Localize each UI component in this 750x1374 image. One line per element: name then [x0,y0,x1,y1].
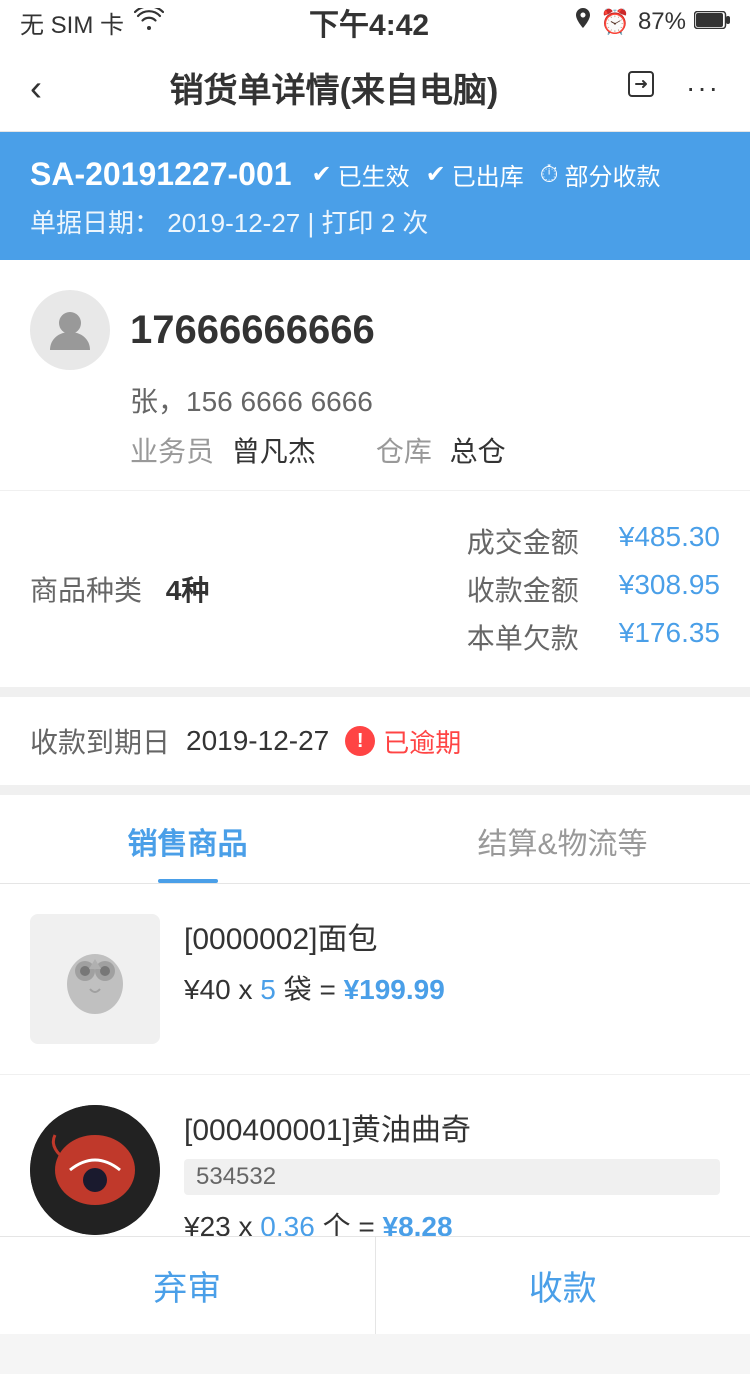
product-image-2 [30,1105,160,1235]
received-row: 收款金额 ¥308.95 [467,569,720,609]
overdue-badge: ! 已逾期 [345,723,461,760]
product-qty-1: 5 [260,974,276,1005]
clock-icon: ⏱ [540,161,559,189]
category-label: 商品种类 [30,575,142,606]
product-name-1: [0000002]面包 [184,914,720,958]
salesman-label: 业务员 [130,436,214,467]
product-image-1 [30,914,160,1044]
due-date: 2019-12-27 [186,725,329,757]
bottom-bar: 弃审 收款 [0,1236,750,1334]
debt-row: 本单欠款 ¥176.35 [467,617,720,657]
carrier-text: 无 SIM 卡 [20,5,124,40]
debt-label: 本单欠款 [467,617,579,657]
product-price-1: ¥40 x 5 袋 = ¥199.99 [184,968,720,1008]
overdue-text: 已逾期 [383,723,461,760]
cancel-button[interactable]: 弃审 [0,1237,376,1334]
badge-partial: ⏱ 部分收款 [540,157,661,192]
tabs-section: 销售商品 结算&物流等 [0,795,750,884]
back-button[interactable]: ‹ [30,67,42,109]
battery-text: 87% [638,8,686,36]
order-date: 单据日期： 2019-12-27 | 打印 2 次 [30,203,720,240]
wifi-icon [134,8,164,37]
confirm-button[interactable]: 收款 [376,1237,750,1334]
location-icon [574,8,592,37]
badge-shipped: ✔ 已出库 [426,157,524,192]
amount-row: 成交金额 ¥485.30 [467,521,720,561]
tab-products[interactable]: 销售商品 [0,795,375,883]
debt-value: ¥176.35 [619,617,720,657]
product-sku-2: 534532 [184,1159,720,1195]
product-name-2: [000400001]黄油曲奇 [184,1105,720,1149]
avatar [30,290,110,370]
product-item: [0000002]面包 ¥40 x 5 袋 = ¥199.99 [0,884,750,1075]
due-label: 收款到期日 [30,721,170,761]
overdue-icon: ! [345,726,375,756]
share-icon[interactable] [626,69,656,107]
stats-section: 商品种类 4种 成交金额 ¥485.30 收款金额 ¥308.95 本单欠款 ¥… [0,491,750,697]
product-list: [0000002]面包 ¥40 x 5 袋 = ¥199.99 [0,884,750,1276]
status-right: ⏰ 87% [574,8,730,37]
customer-section: 17666666666 张，156 6666 6666 业务员 曾凡杰 仓库 总… [0,260,750,491]
order-banner: SA-20191227-001 ✔ 已生效 ✔ 已出库 ⏱ 部分收款 单据日期：… [0,132,750,260]
more-icon[interactable]: ··· [686,72,720,104]
status-time: 下午4:42 [309,0,429,44]
battery-icon [694,8,730,36]
received-value: ¥308.95 [619,569,720,609]
status-left: 无 SIM 卡 [20,5,164,40]
product-info-1: [0000002]面包 ¥40 x 5 袋 = ¥199.99 [184,914,720,1008]
order-id: SA-20191227-001 [30,156,292,193]
product-info-2: [000400001]黄油曲奇 534532 ¥23 x 0.36 个 = ¥8… [184,1105,720,1245]
nav-actions: ··· [626,69,720,107]
salesman-value: 曾凡杰 [232,436,316,467]
category-stats: 商品种类 4种 [30,569,209,609]
category-count: 4种 [166,575,210,606]
amount-value: ¥485.30 [619,521,720,561]
badge-effective: ✔ 已生效 [312,157,410,192]
customer-meta: 业务员 曾凡杰 仓库 总仓 [130,430,720,470]
warehouse-label: 仓库 [376,436,432,467]
warehouse-value: 总仓 [450,436,506,467]
nav-bar: ‹ 销货单详情(来自电脑) ··· [0,44,750,132]
alarm-icon: ⏰ [600,8,630,37]
received-label: 收款金额 [467,569,579,609]
tab-settlement[interactable]: 结算&物流等 [375,795,750,883]
customer-contact: 张，156 6666 6666 [130,380,720,420]
due-section: 收款到期日 2019-12-27 ! 已逾期 [0,697,750,795]
check-icon-2: ✔ [426,160,446,189]
status-bar: 无 SIM 卡 下午4:42 ⏰ 87% [0,0,750,44]
page-title: 销货单详情(来自电脑) [170,63,499,112]
check-icon-1: ✔ [312,160,332,189]
product-total-1: ¥199.99 [344,974,445,1005]
amount-label: 成交金额 [467,521,579,561]
customer-name: 17666666666 [130,308,375,353]
